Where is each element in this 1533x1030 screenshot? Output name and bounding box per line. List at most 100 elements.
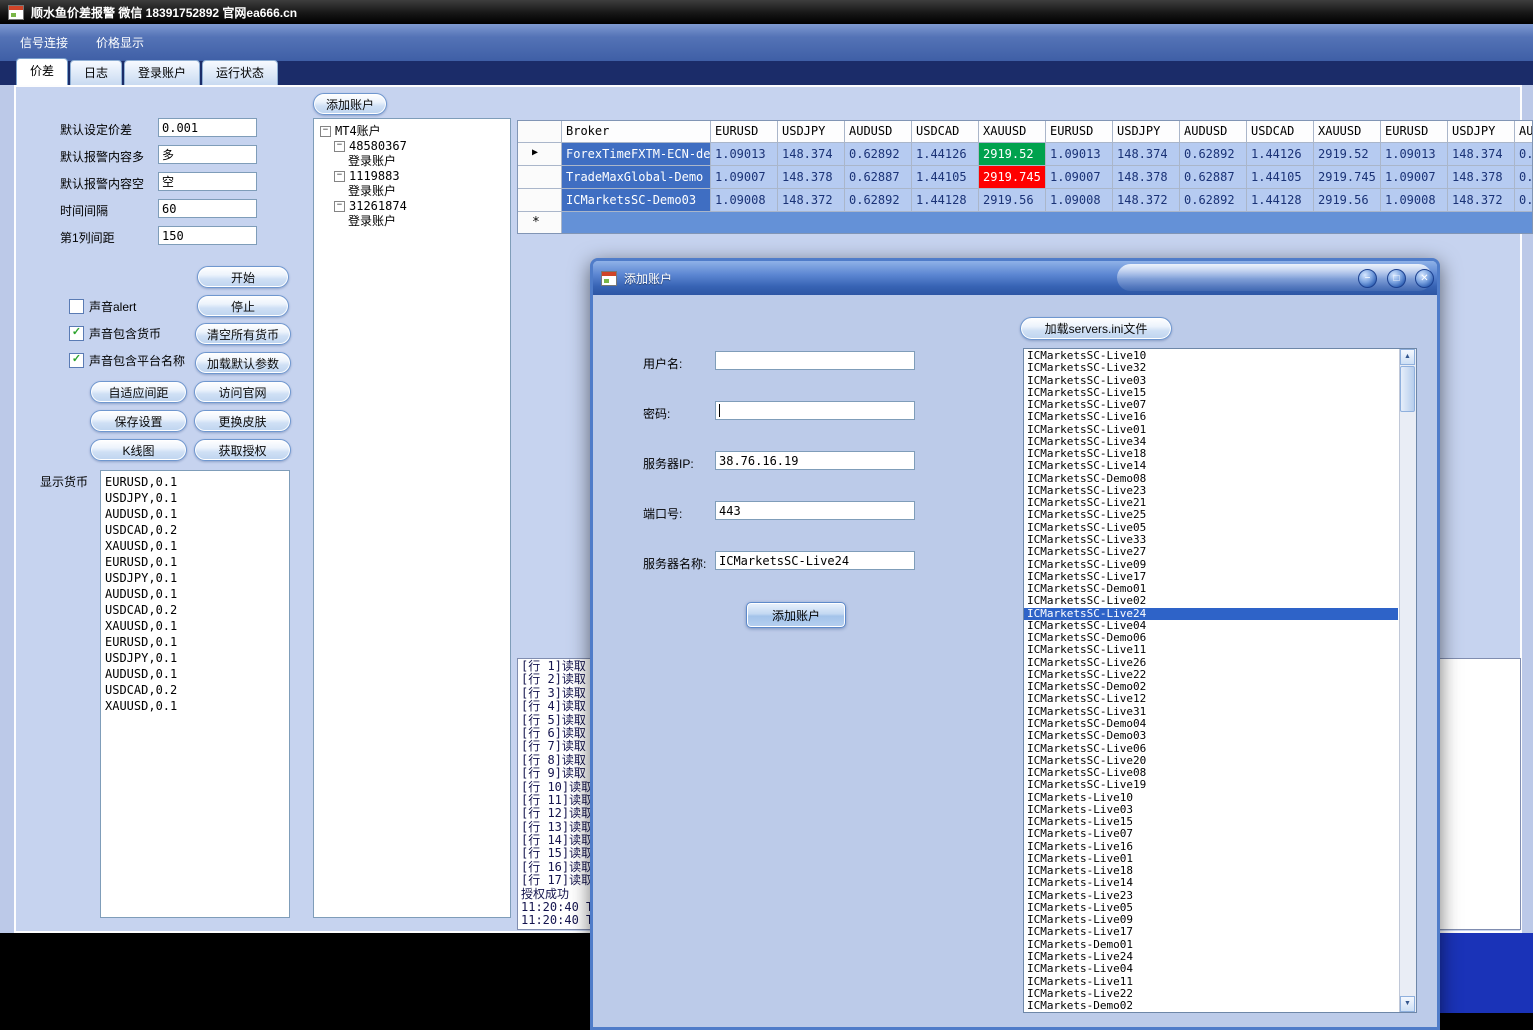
grid-value-cell[interactable]: 148.378 bbox=[1448, 166, 1515, 189]
grid-value-cell[interactable]: 148.372 bbox=[1113, 189, 1180, 212]
currency-list-item[interactable]: EURUSD,0.1 bbox=[101, 474, 289, 490]
server-list-item[interactable]: ICMarketsSC-Live19 bbox=[1024, 779, 1398, 791]
grid-value-cell[interactable]: 148.378 bbox=[778, 166, 845, 189]
tree-node-account[interactable]: −31261874 bbox=[314, 198, 510, 213]
server-list-item[interactable]: ICMarketsSC-Live06 bbox=[1024, 743, 1398, 755]
grid-value-cell[interactable]: 1.09007 bbox=[1381, 166, 1448, 189]
grid-value-cell[interactable]: 0.62887 bbox=[1180, 166, 1247, 189]
grid-value-cell[interactable]: 1.09008 bbox=[1046, 189, 1113, 212]
grid-value-cell[interactable]: 1.44126 bbox=[1247, 143, 1314, 166]
tab[interactable]: 运行状态 bbox=[202, 60, 278, 85]
clear-currencies-button[interactable]: 清空所有货币 bbox=[195, 323, 291, 345]
grid-column-header[interactable]: USDJPY bbox=[1113, 121, 1180, 143]
grid-value-cell[interactable]: 1.09013 bbox=[1381, 143, 1448, 166]
grid-value-cell[interactable]: 1.44126 bbox=[912, 143, 979, 166]
grid-value-cell[interactable]: 0.62892 bbox=[1180, 189, 1247, 212]
scroll-up-button[interactable]: ▲ bbox=[1400, 349, 1415, 365]
currency-list-item[interactable]: AUDUSD,0.1 bbox=[101, 666, 289, 682]
tab[interactable]: 日志 bbox=[70, 60, 122, 85]
server-list-item[interactable]: ICMarkets-Demo02 bbox=[1024, 1000, 1398, 1012]
server-list-item[interactable]: ICMarketsSC-Live11 bbox=[1024, 644, 1398, 656]
checkbox[interactable]: ✓ bbox=[69, 353, 84, 368]
grid-broker-cell[interactable]: TradeMaxGlobal-Demo bbox=[562, 166, 711, 189]
default-alert-short-input[interactable] bbox=[158, 172, 257, 191]
grid-value-cell[interactable]: 0.62892 bbox=[845, 143, 912, 166]
grid-value-cell[interactable]: 2919.745 bbox=[1314, 166, 1381, 189]
grid-value-cell[interactable]: 1.09013 bbox=[711, 143, 778, 166]
tree-node-root[interactable]: −MT4账户 bbox=[314, 123, 510, 138]
grid-value-cell[interactable]: 0.62892 bbox=[1180, 143, 1247, 166]
server-list-item[interactable]: ICMarkets-Live14 bbox=[1024, 877, 1398, 889]
get-license-button[interactable]: 获取授权 bbox=[194, 439, 291, 461]
grid-column-header[interactable]: EURUSD bbox=[1046, 121, 1113, 143]
grid-value-cell[interactable]: 1.09013 bbox=[1046, 143, 1113, 166]
tab[interactable]: 价差 bbox=[16, 58, 68, 85]
server-list-item[interactable]: ICMarketsSC-Live25 bbox=[1024, 509, 1398, 521]
time-interval-input[interactable] bbox=[158, 199, 257, 218]
grid-value-cell[interactable]: 148.372 bbox=[778, 189, 845, 212]
server-list-item[interactable]: ICMarketsSC-Live02 bbox=[1024, 595, 1398, 607]
checkbox-row[interactable]: 声音alert bbox=[69, 293, 199, 320]
auto-fit-button[interactable]: 自适应间距 bbox=[90, 381, 187, 403]
minimize-button[interactable]: − bbox=[1358, 269, 1377, 288]
tree-node-login[interactable]: 登录账户 bbox=[314, 213, 510, 228]
grid-value-cell[interactable]: 148.374 bbox=[1448, 143, 1515, 166]
close-button[interactable]: ✕ bbox=[1415, 269, 1434, 288]
start-button[interactable]: 开始 bbox=[197, 266, 289, 288]
currency-list-item[interactable]: AUDUSD,0.1 bbox=[101, 586, 289, 602]
account-tree[interactable]: −MT4账户−48580367登录账户−1119883登录账户−31261874… bbox=[313, 118, 511, 918]
grid-value-cell[interactable]: 0.62892 bbox=[845, 189, 912, 212]
grid-column-header[interactable]: Broker bbox=[562, 121, 711, 143]
server-list-item[interactable]: ICMarkets-Live17 bbox=[1024, 926, 1398, 938]
server-list-item[interactable]: ICMarketsSC-Live32 bbox=[1024, 362, 1398, 374]
save-settings-button[interactable]: 保存设置 bbox=[90, 410, 187, 432]
currency-list-item[interactable]: USDJPY,0.1 bbox=[101, 650, 289, 666]
currency-list-item[interactable]: USDJPY,0.1 bbox=[101, 490, 289, 506]
currency-list-item[interactable]: XAUUSD,0.1 bbox=[101, 618, 289, 634]
password-input[interactable] bbox=[715, 401, 915, 420]
tree-node-account[interactable]: −48580367 bbox=[314, 138, 510, 153]
grid-value-cell[interactable]: 2919.745 bbox=[979, 166, 1046, 189]
grid-value-cell[interactable]: 148.372 bbox=[1448, 189, 1515, 212]
kline-button[interactable]: K线图 bbox=[90, 439, 187, 461]
server-name-input[interactable] bbox=[715, 551, 915, 570]
visit-website-button[interactable]: 访问官网 bbox=[194, 381, 291, 403]
tree-collapse-icon[interactable]: − bbox=[334, 141, 345, 152]
server-list-item[interactable]: ICMarketsSC-Live09 bbox=[1024, 559, 1398, 571]
grid-value-cell[interactable]: 148.374 bbox=[778, 143, 845, 166]
grid-column-header[interactable]: AUDUSD bbox=[845, 121, 912, 143]
maximize-button[interactable]: □ bbox=[1387, 269, 1406, 288]
grid-value-cell[interactable]: 1.44105 bbox=[912, 166, 979, 189]
tree-node-login[interactable]: 登录账户 bbox=[314, 153, 510, 168]
currency-list-item[interactable]: USDCAD,0.2 bbox=[101, 602, 289, 618]
load-defaults-button[interactable]: 加载默认参数 bbox=[195, 352, 291, 374]
currency-list-item[interactable]: XAUUSD,0.1 bbox=[101, 538, 289, 554]
scroll-down-button[interactable]: ▼ bbox=[1400, 996, 1415, 1012]
first-column-gap-input[interactable] bbox=[158, 226, 257, 245]
grid-column-header[interactable]: USDCAD bbox=[912, 121, 979, 143]
grid-value-cell[interactable]: 0.62887 bbox=[1515, 166, 1533, 189]
grid-row-header[interactable]: ▶ bbox=[518, 143, 562, 166]
server-list-item[interactable]: ICMarkets-Live11 bbox=[1024, 976, 1398, 988]
grid-column-header[interactable]: AUDUSD bbox=[1515, 121, 1533, 143]
server-list-item[interactable]: ICMarketsSC-Live27 bbox=[1024, 546, 1398, 558]
grid-column-header[interactable]: XAUUSD bbox=[979, 121, 1046, 143]
display-currency-list[interactable]: EURUSD,0.1USDJPY,0.1AUDUSD,0.1USDCAD,0.2… bbox=[100, 470, 290, 918]
grid-value-cell[interactable]: 1.09008 bbox=[711, 189, 778, 212]
dialog-title-bar[interactable]: 添加账户 − □ ✕ bbox=[593, 261, 1437, 295]
server-list-item[interactable]: ICMarketsSC-Live14 bbox=[1024, 460, 1398, 472]
server-list-item[interactable]: ICMarkets-Live07 bbox=[1024, 828, 1398, 840]
grid-value-cell[interactable]: 0.62892 bbox=[1515, 189, 1533, 212]
grid-column-header[interactable]: EURUSD bbox=[711, 121, 778, 143]
server-list-item[interactable]: ICMarketsSC-Live12 bbox=[1024, 693, 1398, 705]
server-list-item[interactable]: ICMarkets-Live10 bbox=[1024, 792, 1398, 804]
server-list-item[interactable]: ICMarketsSC-Demo03 bbox=[1024, 730, 1398, 742]
grid-value-cell[interactable]: 2919.52 bbox=[1314, 143, 1381, 166]
grid-row-header[interactable] bbox=[518, 166, 562, 189]
menu-item[interactable]: 信号连接 bbox=[6, 29, 82, 56]
change-skin-button[interactable]: 更换皮肤 bbox=[194, 410, 291, 432]
currency-list-item[interactable]: EURUSD,0.1 bbox=[101, 634, 289, 650]
menu-item[interactable]: 价格显示 bbox=[82, 29, 158, 56]
default-alert-long-input[interactable] bbox=[158, 145, 257, 164]
port-input[interactable] bbox=[715, 501, 915, 520]
